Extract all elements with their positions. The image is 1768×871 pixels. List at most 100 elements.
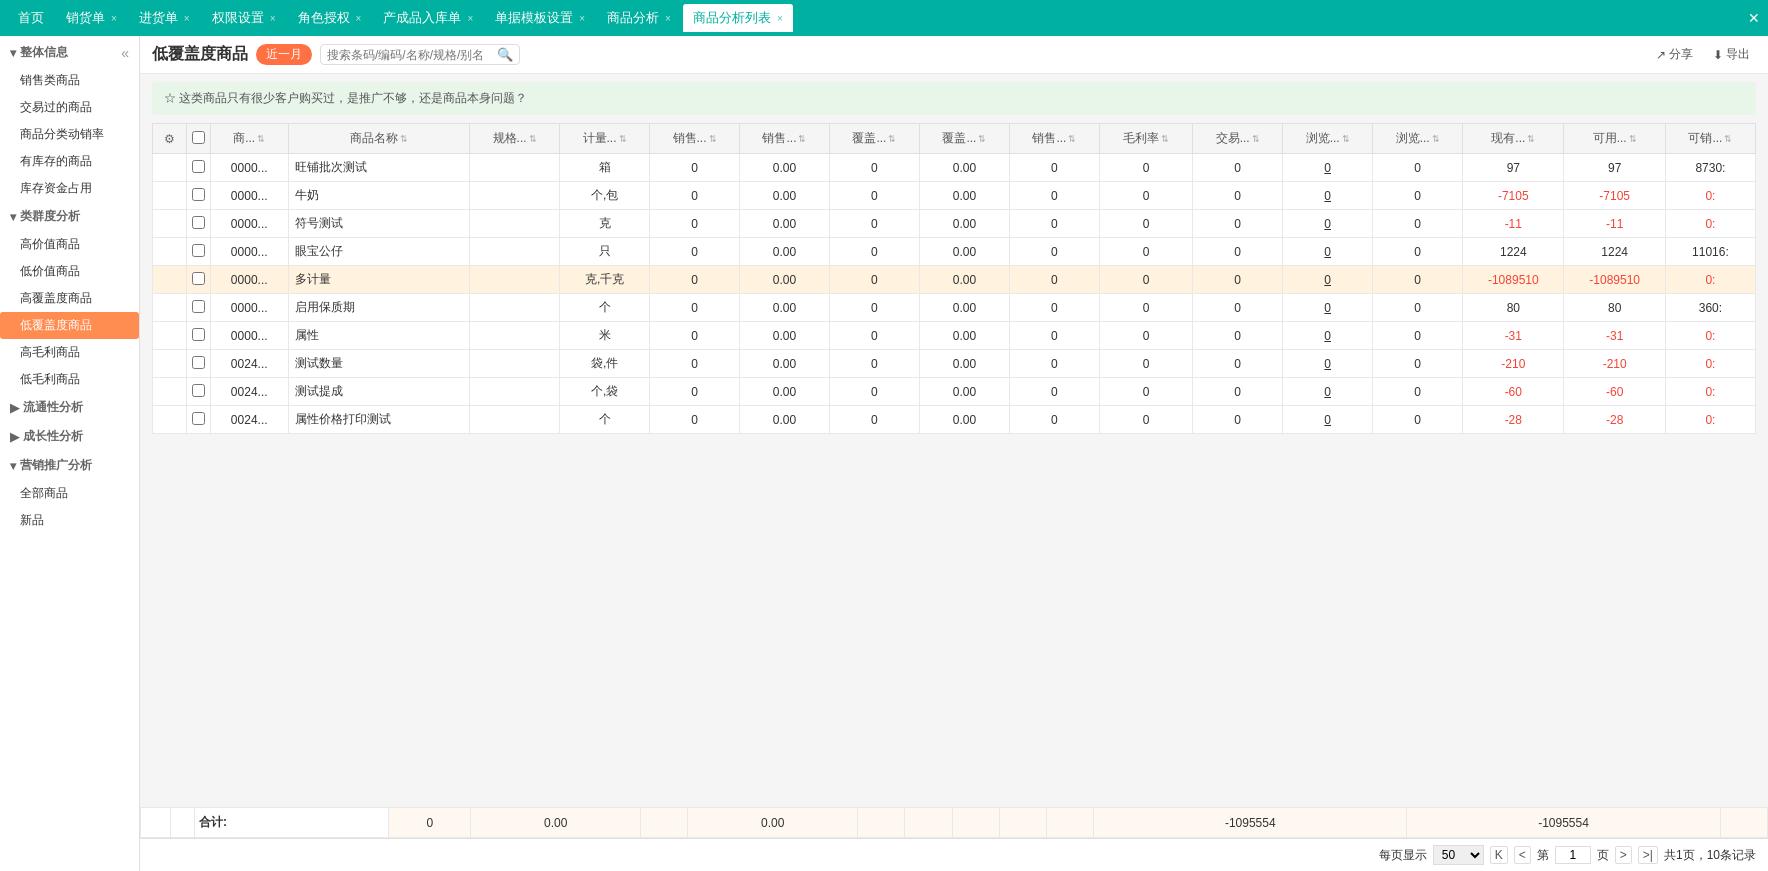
row-browse1[interactable]: 0 xyxy=(1283,266,1373,294)
sidebar-section-marketing[interactable]: ▾ 营销推广分析 xyxy=(0,451,139,480)
row-unit: 克,千克 xyxy=(560,266,650,294)
row-browse1[interactable]: 0 xyxy=(1283,210,1373,238)
nav-tab-goods-analysis[interactable]: 商品分析 × xyxy=(597,4,681,32)
col-gear[interactable]: ⚙ xyxy=(153,124,187,154)
page-title: 低覆盖度商品 xyxy=(152,44,248,65)
sidebar-item-low-margin[interactable]: 低毛利商品 xyxy=(0,366,139,393)
col-transaction[interactable]: 交易...⇅ xyxy=(1193,124,1283,154)
row-browse1[interactable]: 0 xyxy=(1283,154,1373,182)
col-available[interactable]: 可用...⇅ xyxy=(1564,124,1665,154)
export-button[interactable]: ⬇ 导出 xyxy=(1707,44,1756,65)
row-browse1[interactable]: 0 xyxy=(1283,294,1373,322)
nav-tab-goods-analysis-list-close[interactable]: × xyxy=(777,13,783,24)
row-checkbox[interactable] xyxy=(192,412,205,425)
row-name: 测试提成 xyxy=(288,378,470,406)
nav-tab-product-in[interactable]: 产成品入库单 × xyxy=(373,4,483,32)
sidebar-item-category-rate[interactable]: 商品分类动销率 xyxy=(0,121,139,148)
sidebar-item-sales-goods[interactable]: 销售类商品 xyxy=(0,67,139,94)
current-page-input[interactable] xyxy=(1555,846,1591,864)
row-spec xyxy=(470,266,560,294)
col-name[interactable]: 商品名称⇅ xyxy=(288,124,470,154)
nav-tab-product-in-close[interactable]: × xyxy=(467,13,473,24)
col-spec[interactable]: 规格...⇅ xyxy=(470,124,560,154)
select-all-checkbox[interactable] xyxy=(192,131,205,144)
row-browse1[interactable]: 0 xyxy=(1283,350,1373,378)
row-checkbox[interactable] xyxy=(192,188,205,201)
next-page-button[interactable]: > xyxy=(1615,846,1632,864)
sidebar-item-low-coverage[interactable]: 低覆盖度商品 xyxy=(0,312,139,339)
nav-tab-purchase[interactable]: 进货单 × xyxy=(129,4,200,32)
row-sales3: 0 xyxy=(1009,266,1099,294)
row-browse1[interactable]: 0 xyxy=(1283,322,1373,350)
col-sales3[interactable]: 销售...⇅ xyxy=(1009,124,1099,154)
page-size-select[interactable]: 50 20 100 200 xyxy=(1433,845,1484,865)
row-browse1[interactable]: 0 xyxy=(1283,238,1373,266)
nav-tab-role[interactable]: 角色授权 × xyxy=(288,4,372,32)
date-filter-button[interactable]: 近一月 xyxy=(256,44,312,65)
row-browse1[interactable]: 0 xyxy=(1283,182,1373,210)
row-checkbox[interactable] xyxy=(192,300,205,313)
row-checkbox[interactable] xyxy=(192,272,205,285)
row-checkbox[interactable] xyxy=(192,384,205,397)
row-checkbox[interactable] xyxy=(192,244,205,257)
sidebar-section-growth[interactable]: ▶ 成长性分析 xyxy=(0,422,139,451)
search-icon[interactable]: 🔍 xyxy=(497,47,513,62)
nav-tab-template[interactable]: 单据模板设置 × xyxy=(485,4,595,32)
nav-tab-home[interactable]: 首页 xyxy=(8,4,54,32)
sidebar-section-cluster[interactable]: ▾ 类群度分析 xyxy=(0,202,139,231)
col-coverage1[interactable]: 覆盖...⇅ xyxy=(829,124,919,154)
sidebar-section-flow[interactable]: ▶ 流通性分析 xyxy=(0,393,139,422)
col-unit[interactable]: 计量...⇅ xyxy=(560,124,650,154)
col-browse2[interactable]: 浏览...⇅ xyxy=(1373,124,1463,154)
col-sales-amount[interactable]: 销售...⇅ xyxy=(740,124,830,154)
row-code: 0024... xyxy=(210,350,288,378)
prev-page-button[interactable]: < xyxy=(1514,846,1531,864)
row-name: 启用保质期 xyxy=(288,294,470,322)
nav-tab-sales[interactable]: 销货单 × xyxy=(56,4,127,32)
row-checkbox[interactable] xyxy=(192,356,205,369)
gear-icon[interactable]: ⚙ xyxy=(164,132,175,146)
col-coverage2[interactable]: 覆盖...⇅ xyxy=(919,124,1009,154)
sidebar-section-overall[interactable]: ▾ 整体信息 xyxy=(10,40,68,65)
row-checkbox[interactable] xyxy=(192,328,205,341)
sidebar-item-new-goods[interactable]: 新品 xyxy=(0,507,139,534)
nav-tab-template-close[interactable]: × xyxy=(579,13,585,24)
row-available: -60 xyxy=(1564,378,1665,406)
nav-tab-goods-analysis-close[interactable]: × xyxy=(665,13,671,24)
row-browse1[interactable]: 0 xyxy=(1283,406,1373,434)
share-button[interactable]: ↗ 分享 xyxy=(1650,44,1699,65)
sidebar-section-overall-label: 整体信息 xyxy=(20,44,68,61)
nav-tab-goods-analysis-list[interactable]: 商品分析列表 × xyxy=(683,4,793,32)
row-browse1[interactable]: 0 xyxy=(1283,378,1373,406)
col-current-stock[interactable]: 现有...⇅ xyxy=(1463,124,1564,154)
col-browse1[interactable]: 浏览...⇅ xyxy=(1283,124,1373,154)
sidebar-collapse-btn[interactable]: « xyxy=(121,45,133,61)
close-all-tabs-icon[interactable]: ✕ xyxy=(1748,10,1760,26)
table-container: ⚙ 商...⇅ 商品名称⇅ 规格...⇅ 计量...⇅ 销售...⇅ 销售...… xyxy=(140,123,1768,807)
last-page-button[interactable]: >| xyxy=(1638,846,1658,864)
first-page-button[interactable]: K xyxy=(1490,846,1508,864)
col-code[interactable]: 商...⇅ xyxy=(210,124,288,154)
nav-tab-sales-close[interactable]: × xyxy=(111,13,117,24)
row-sellable: 0: xyxy=(1665,378,1755,406)
nav-tab-permission[interactable]: 权限设置 × xyxy=(202,4,286,32)
sidebar-item-low-value[interactable]: 低价值商品 xyxy=(0,258,139,285)
sidebar-item-stocked-goods[interactable]: 有库存的商品 xyxy=(0,148,139,175)
sidebar-item-high-coverage[interactable]: 高覆盖度商品 xyxy=(0,285,139,312)
nav-tab-role-close[interactable]: × xyxy=(356,13,362,24)
col-sales-qty[interactable]: 销售...⇅ xyxy=(650,124,740,154)
row-unit: 个,包 xyxy=(560,182,650,210)
col-gross-margin[interactable]: 毛利率⇅ xyxy=(1099,124,1192,154)
sidebar-item-all-goods[interactable]: 全部商品 xyxy=(0,480,139,507)
nav-tab-permission-close[interactable]: × xyxy=(270,13,276,24)
search-input[interactable] xyxy=(327,48,493,62)
sidebar-item-stock-capital[interactable]: 库存资金占用 xyxy=(0,175,139,202)
row-checkbox[interactable] xyxy=(192,216,205,229)
col-sellable[interactable]: 可销...⇅ xyxy=(1665,124,1755,154)
nav-tab-purchase-close[interactable]: × xyxy=(184,13,190,24)
row-checkbox[interactable] xyxy=(192,160,205,173)
table-row: 0024... 测试数量 袋,件 0 0.00 0 0.00 0 0 0 0 0… xyxy=(153,350,1756,378)
sidebar-item-high-value[interactable]: 高价值商品 xyxy=(0,231,139,258)
sidebar-item-traded-goods[interactable]: 交易过的商品 xyxy=(0,94,139,121)
sidebar-item-high-margin[interactable]: 高毛利商品 xyxy=(0,339,139,366)
